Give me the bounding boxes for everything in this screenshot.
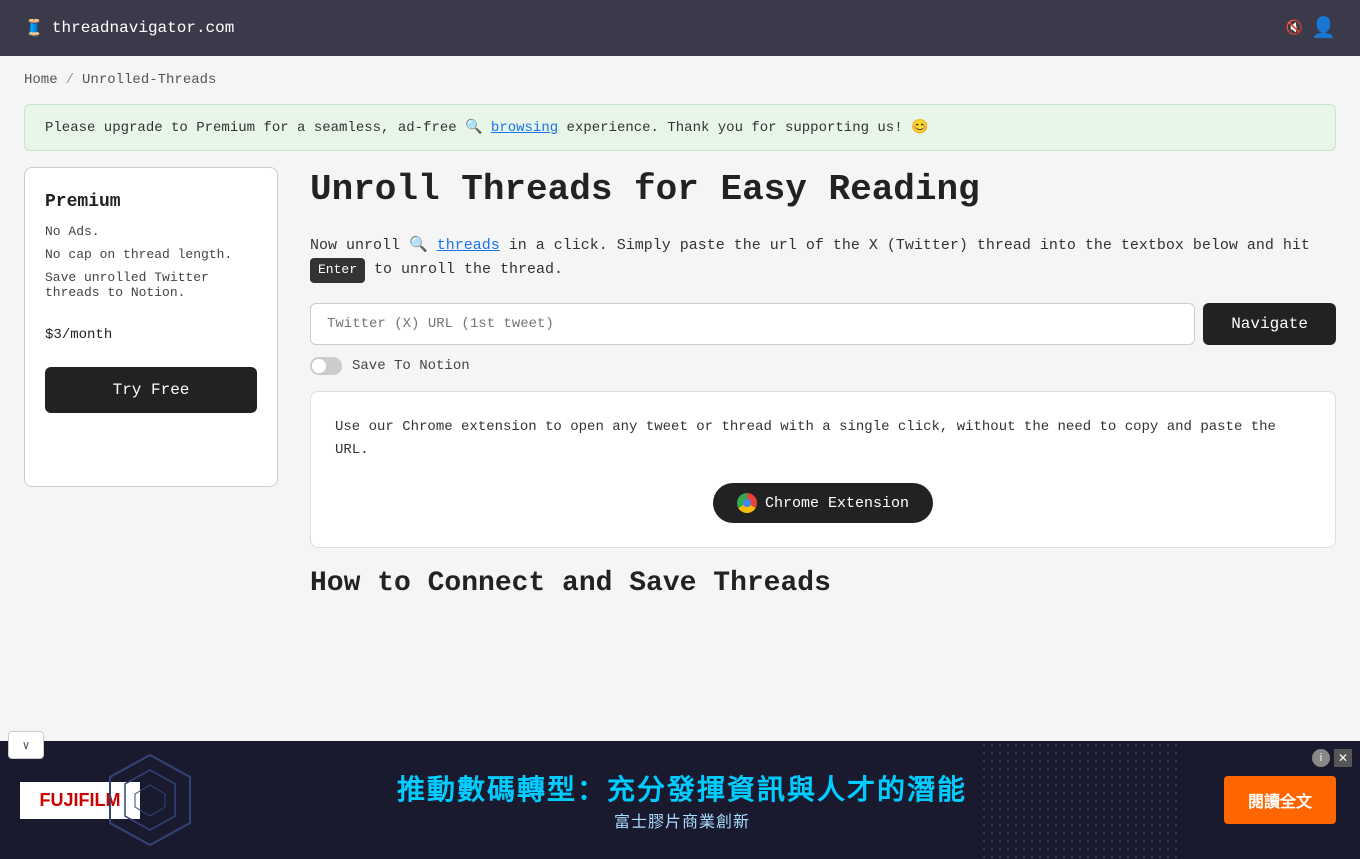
header-right: 🔇 👤 <box>1286 15 1336 41</box>
ad-cta-button[interactable]: 閱讀全文 <box>1224 776 1336 824</box>
banner-browsing-link[interactable]: browsing <box>491 120 558 136</box>
banner-text-after: experience. Thank you for supporting us!… <box>567 120 929 136</box>
chrome-ext-label: Chrome Extension <box>765 495 909 512</box>
ad-subtitle: 富士膠片商業創新 <box>614 808 750 832</box>
chrome-box-text: Use our Chrome extension to open any twe… <box>335 416 1311 464</box>
search-icon-inline: 🔍 <box>465 120 482 136</box>
chrome-extension-box: Use our Chrome extension to open any twe… <box>310 391 1336 549</box>
premium-feature-2: No cap on thread length. <box>45 247 257 262</box>
logo[interactable]: 🧵 threadnavigator.com <box>24 18 234 38</box>
content-right: Unroll Threads for Easy Reading Now unro… <box>310 167 1336 599</box>
logo-text: threadnavigator.com <box>52 19 234 37</box>
premium-feature-1: No Ads. <box>45 224 257 239</box>
ad-title: 推動數碼轉型：充分發揮資訊與人才的潛能 <box>397 768 967 808</box>
logo-icon: 🧵 <box>24 18 44 38</box>
ad-close-area: i ✕ <box>1312 749 1352 767</box>
premium-price-amount: $3 <box>45 327 62 343</box>
desc-part1: Now unroll <box>310 237 409 254</box>
premium-feature-3: Save unrolled Twitter threads to Notion. <box>45 270 257 300</box>
ad-info-button[interactable]: i <box>1312 749 1330 767</box>
breadcrumb-separator: / <box>66 72 74 88</box>
premium-card-title: Premium <box>45 192 257 212</box>
header: 🧵 threadnavigator.com 🔇 👤 <box>0 0 1360 56</box>
premium-price: $3/month <box>45 316 257 347</box>
breadcrumb-home[interactable]: Home <box>24 72 58 88</box>
premium-price-period: /month <box>62 327 112 343</box>
user-icon[interactable]: 👤 <box>1311 15 1336 41</box>
threads-icon-inline: 🔍 <box>409 237 428 254</box>
desc-part3: to unroll the thread. <box>374 261 563 278</box>
desc-part2: in a click. Simply paste the url of the … <box>509 237 1310 254</box>
upgrade-banner: Please upgrade to Premium for a seamless… <box>24 104 1336 151</box>
try-free-button[interactable]: Try Free <box>45 367 257 413</box>
chrome-icon <box>737 493 757 513</box>
breadcrumb: Home / Unrolled-Threads <box>0 56 1360 104</box>
speaker-icon: 🔇 <box>1286 20 1303 37</box>
breadcrumb-current: Unrolled-Threads <box>82 72 216 88</box>
threads-link[interactable]: threads <box>437 237 500 254</box>
ad-close-button[interactable]: ✕ <box>1334 749 1352 767</box>
ad-dots-decoration <box>980 741 1180 859</box>
premium-card: Premium No Ads. No cap on thread length.… <box>24 167 278 487</box>
ad-inner: FUJIFILM 推動數碼轉型：充分發揮資訊與人才的潛能 富士膠片商業創新 閱讀… <box>0 741 1360 859</box>
toggle-knob <box>312 359 326 373</box>
section-heading: How to Connect and Save Threads <box>310 568 1336 599</box>
ad-banner: FUJIFILM 推動數碼轉型：充分發揮資訊與人才的潛能 富士膠片商業創新 閱讀… <box>0 741 1360 859</box>
url-input-row: Navigate <box>310 303 1336 345</box>
enter-key-badge: Enter <box>310 258 365 283</box>
ad-hex-decoration <box>90 741 210 859</box>
save-notion-label: Save To Notion <box>352 358 470 374</box>
save-notion-toggle[interactable] <box>310 357 342 375</box>
chrome-extension-button[interactable]: Chrome Extension <box>713 483 933 523</box>
navigate-button[interactable]: Navigate <box>1203 303 1336 345</box>
url-input[interactable] <box>310 303 1195 345</box>
main-content: Premium No Ads. No cap on thread length.… <box>0 167 1360 599</box>
chevron-down-icon: ∨ <box>22 738 29 753</box>
description-text: Now unroll 🔍 threads in a click. Simply … <box>310 234 1336 283</box>
collapse-button[interactable]: ∨ <box>8 731 44 759</box>
page-heading: Unroll Threads for Easy Reading <box>310 167 1336 214</box>
save-notion-toggle-row: Save To Notion <box>310 357 1336 375</box>
banner-text-before: Please upgrade to Premium for a seamless… <box>45 120 465 136</box>
